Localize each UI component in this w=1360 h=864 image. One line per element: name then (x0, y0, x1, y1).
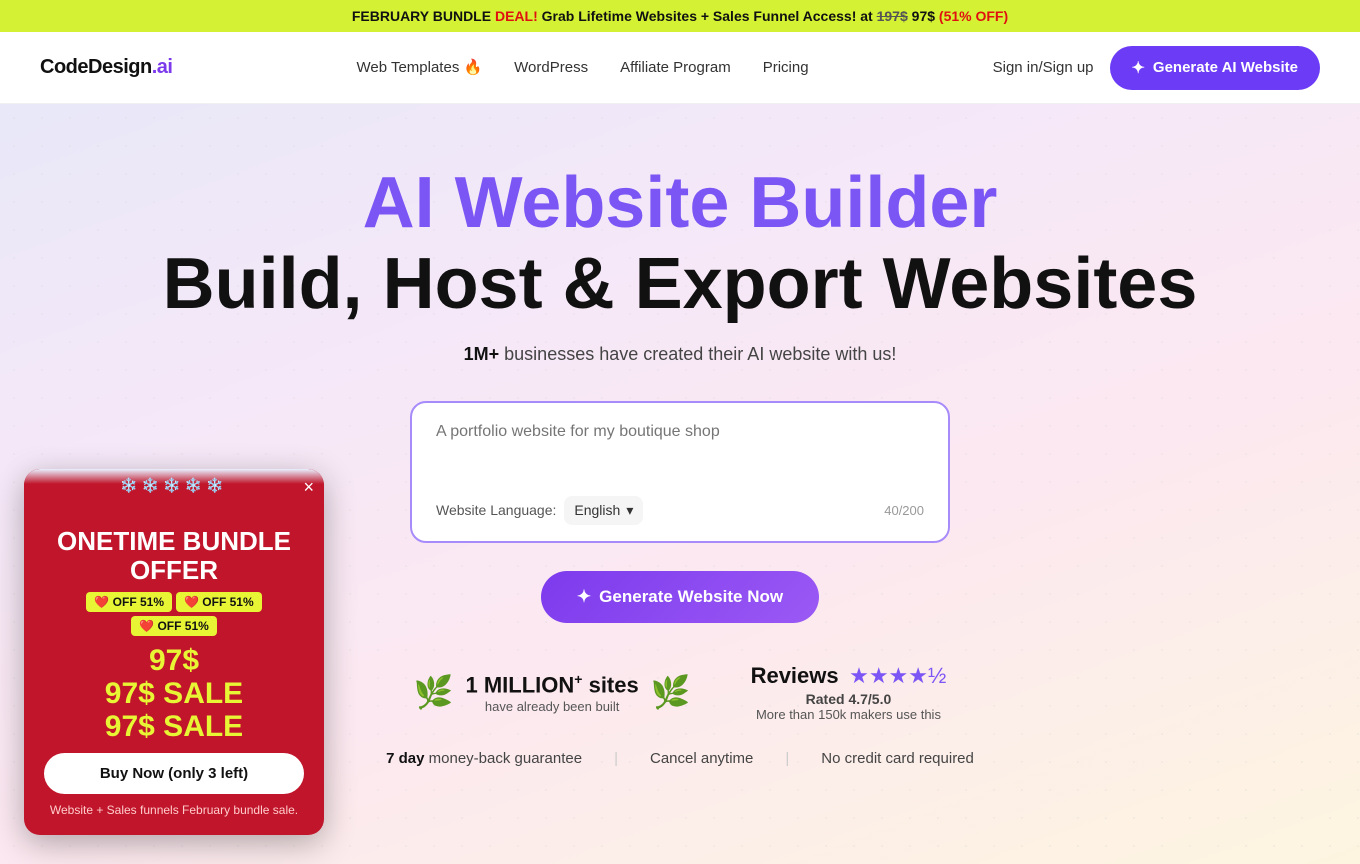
popup-buy-button[interactable]: Buy Now (only 3 left) (44, 753, 304, 794)
popup-title: ONETIME BUNDLE OFFER (44, 527, 304, 584)
hero-million: 1M+ (464, 344, 500, 364)
language-label: Website Language: (436, 502, 556, 518)
banner-new-price: 97$ (912, 8, 939, 24)
language-dropdown[interactable]: English ▾ (564, 496, 643, 525)
sparkle-icon-2: ✦ (577, 587, 591, 607)
hero-subtitle: 1M+ businesses have created their AI web… (464, 344, 897, 365)
sites-label: sites (589, 673, 639, 698)
input-card-footer: Website Language: English ▾ 40/200 (436, 496, 924, 525)
off-badge-2: ❤️ OFF 51% (176, 592, 262, 612)
off-badge-3: ❤️ OFF 51% (131, 616, 217, 636)
logo[interactable]: CodeDesign.ai (40, 56, 172, 79)
banner-middle: Grab Lifetime Websites + Sales Funnel Ac… (542, 8, 861, 24)
reviews-block: Reviews ★★★★½ Rated 4.7/5.0 More than 15… (751, 663, 947, 722)
generate-btn-label: Generate AI Website (1153, 59, 1298, 76)
banner-at: at (860, 8, 872, 24)
top-banner: FEBRUARY BUNDLE DEAL! Grab Lifetime Webs… (0, 0, 1360, 32)
sparkle-icon: ✦ (1132, 58, 1145, 78)
popup-body: ONETIME BUNDLE OFFER ❤️ OFF 51% ❤️ OFF 5… (24, 519, 324, 835)
cancel-text: Cancel anytime (650, 750, 753, 767)
million-text: 1 MILLION+ sites have already been built (465, 671, 638, 713)
popup-off-ticker: ❤️ OFF 51% ❤️ OFF 51% ❤️ OFF 51% (44, 592, 304, 636)
hero-title-sub: Build, Host & Export Websites (163, 243, 1198, 326)
popup-snow-decoration (24, 469, 324, 519)
million-stat: 🌿 1 MILLION+ sites have already been bui… (414, 671, 691, 713)
popup-price-1: 97$ (44, 644, 304, 677)
website-description-input[interactable] (436, 423, 924, 483)
popup-close-button[interactable]: × (303, 477, 314, 498)
language-value: English (574, 502, 620, 518)
stats-row: 🌿 1 MILLION+ sites have already been bui… (414, 663, 947, 722)
navbar: CodeDesign.ai Web Templates 🔥 WordPress … (0, 32, 1360, 104)
generate-website-label: Generate Website Now (599, 587, 783, 607)
popup-price-2: 97$ SALE (44, 677, 304, 710)
no-cc-text: No credit card required (821, 750, 974, 767)
generate-website-button[interactable]: ✦ Generate Website Now (541, 571, 819, 623)
banner-discount: (51% OFF) (939, 8, 1008, 24)
separator-1: | (614, 750, 618, 767)
banner-deal: DEAL! (495, 8, 538, 24)
bundle-popup: × ONETIME BUNDLE OFFER ❤️ OFF 51% ❤️ OFF… (24, 469, 324, 835)
guarantee-row: 7 day money-back guarantee | Cancel anyt… (386, 750, 974, 767)
hero-subtitle-rest: businesses have created their AI website… (499, 344, 896, 364)
popup-prices: 97$ 97$ SALE 97$ SALE (44, 644, 304, 743)
popup-title-line2: OFFER (44, 556, 304, 585)
off-badge-1: ❤️ OFF 51% (86, 592, 172, 612)
separator-2: | (785, 750, 789, 767)
day-bold: 7 day (386, 750, 424, 767)
million-sublabel: have already been built (465, 699, 638, 714)
million-number: 1 MILLION+ sites (465, 671, 638, 698)
website-input-card: Website Language: English ▾ 40/200 (410, 401, 950, 543)
logo-ai: .ai (152, 56, 173, 78)
language-selector: Website Language: English ▾ (436, 496, 643, 525)
star-rating: ★★★★½ (849, 663, 946, 688)
logo-main: CodeDesign (40, 56, 152, 78)
chevron-down-icon: ▾ (626, 502, 633, 519)
nav-web-templates[interactable]: Web Templates 🔥 (356, 59, 482, 76)
sign-in-button[interactable]: Sign in/Sign up (993, 59, 1094, 76)
banner-prefix: FEBRUARY BUNDLE (352, 8, 491, 24)
popup-footer-text: Website + Sales funnels February bundle … (44, 802, 304, 819)
nav-right: Sign in/Sign up ✦ Generate AI Website (993, 46, 1320, 90)
generate-ai-website-button[interactable]: ✦ Generate AI Website (1110, 46, 1320, 90)
nav-pricing[interactable]: Pricing (763, 59, 809, 76)
nav-affiliate[interactable]: Affiliate Program (620, 59, 731, 76)
reviews-label: Reviews (751, 663, 839, 688)
nav-links: Web Templates 🔥 WordPress Affiliate Prog… (356, 58, 808, 77)
popup-title-line1: ONETIME BUNDLE (44, 527, 304, 556)
banner-old-price: 197$ (877, 8, 908, 24)
popup-price-3: 97$ SALE (44, 710, 304, 743)
money-back-text: 7 day money-back guarantee (386, 750, 582, 767)
maker-count: More than 150k makers use this (751, 707, 947, 722)
hero-title-ai: AI Website Builder (363, 164, 998, 243)
char-count: 40/200 (884, 503, 924, 518)
nav-wordpress[interactable]: WordPress (514, 59, 588, 76)
rated-text: Rated 4.7/5.0 (751, 691, 947, 707)
laurel-left-icon: 🌿 (414, 673, 454, 711)
laurel-right-icon: 🌿 (651, 673, 691, 711)
reviews-header: Reviews ★★★★½ (751, 663, 947, 689)
